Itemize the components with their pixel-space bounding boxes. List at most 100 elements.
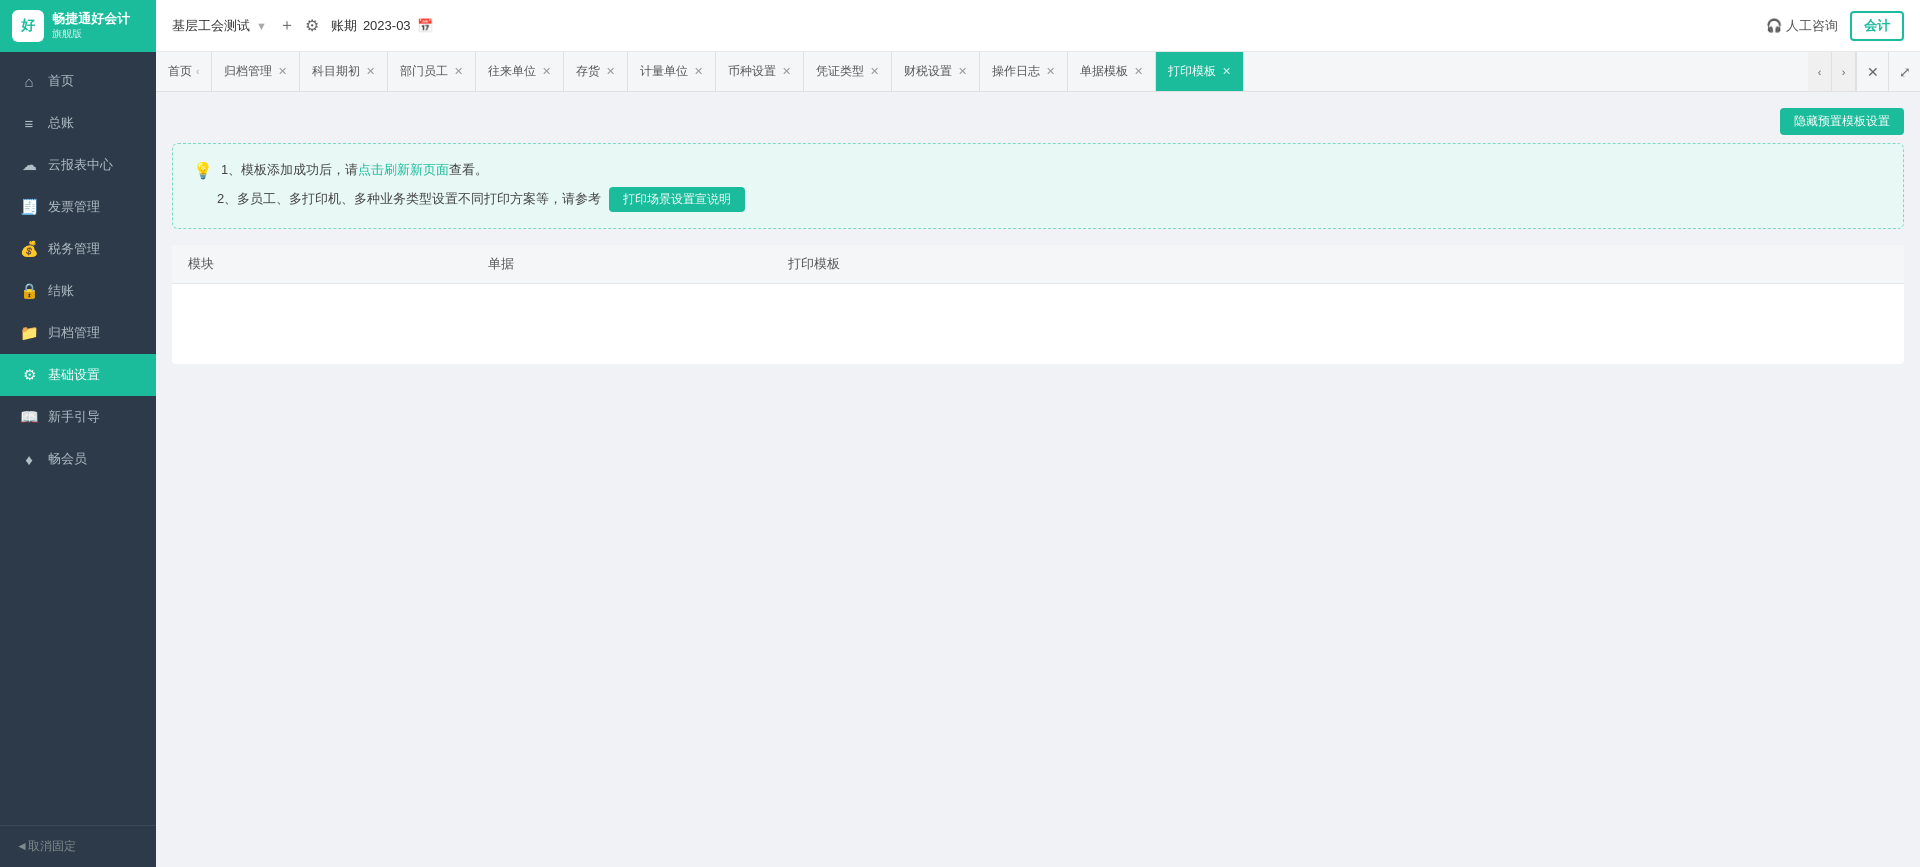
tab-expand-button[interactable]: ⤢ <box>1888 52 1920 91</box>
tab-tax-settings[interactable]: 财税设置 ✕ <box>892 52 980 91</box>
col-print-template: 打印模板 <box>772 245 1904 283</box>
sidebar-item-home[interactable]: ⌂ 首页 <box>0 60 156 102</box>
tab-department[interactable]: 部门员工 ✕ <box>388 52 476 91</box>
bulb-icon: 💡 <box>193 161 213 180</box>
tab-department-close[interactable]: ✕ <box>454 65 463 78</box>
sidebar-item-label: 首页 <box>48 72 74 90</box>
tabbar: 首页 ‹ 归档管理 ✕ 科目期初 ✕ 部门员工 ✕ 往来单位 ✕ 存货 ✕ 计量… <box>156 52 1920 92</box>
hide-template-btn-container: 隐藏预置模板设置 <box>172 108 1904 135</box>
tab-single-template[interactable]: 单据模板 ✕ <box>1068 52 1156 91</box>
sidebar-item-guide[interactable]: 📖 新手引导 <box>0 396 156 438</box>
sidebar-item-tax[interactable]: 💰 税务管理 <box>0 228 156 270</box>
account-label: 会计 <box>1864 18 1890 33</box>
tab-single-template-close[interactable]: ✕ <box>1134 65 1143 78</box>
tab-inventory-close[interactable]: ✕ <box>606 65 615 78</box>
tab-unit-close[interactable]: ✕ <box>694 65 703 78</box>
headset-icon: 🎧 <box>1766 18 1782 33</box>
tab-unit[interactable]: 计量单位 ✕ <box>628 52 716 91</box>
settings-icon: ⚙ <box>20 366 38 384</box>
sidebar-item-vip[interactable]: ♦ 畅会员 <box>0 438 156 480</box>
sidebar-nav: ⌂ 首页 ≡ 总账 ☁ 云报表中心 🧾 发票管理 💰 税务管理 🔒 结账 📁 归… <box>0 52 156 825</box>
tab-subject-close[interactable]: ✕ <box>366 65 375 78</box>
vip-icon: ♦ <box>20 451 38 468</box>
settings-gear-icon[interactable]: ⚙ <box>305 16 319 35</box>
print-scene-button[interactable]: 打印场景设置宣说明 <box>609 187 745 212</box>
tab-currency[interactable]: 币种设置 ✕ <box>716 52 804 91</box>
tab-currency-label: 币种设置 <box>728 63 776 80</box>
calendar-icon[interactable]: 📅 <box>417 18 433 33</box>
tab-subject-label: 科目期初 <box>312 63 360 80</box>
notice-text-2: 2、多员工、多打印机、多种业务类型设置不同打印方案等，请参考 <box>217 189 601 210</box>
col-document: 单据 <box>472 245 772 283</box>
table-body <box>172 284 1904 364</box>
topbar-actions: ＋ ⚙ <box>279 15 319 36</box>
sidebar-item-label: 归档管理 <box>48 324 100 342</box>
topbar-right: 🎧 人工咨询 会计 <box>1766 11 1904 41</box>
tab-print-template-label: 打印模板 <box>1168 63 1216 80</box>
notice-row-2: 2、多员工、多打印机、多种业务类型设置不同打印方案等，请参考 打印场景设置宣说明 <box>193 187 1883 212</box>
logo-sub: 旗舰版 <box>52 27 130 41</box>
period-display: 账期 2023-03 📅 <box>331 17 433 35</box>
tab-operation-log[interactable]: 操作日志 ✕ <box>980 52 1068 91</box>
sidebar-item-label: 云报表中心 <box>48 156 113 174</box>
tab-counterpart-label: 往来单位 <box>488 63 536 80</box>
tab-home[interactable]: 首页 ‹ <box>156 52 212 91</box>
sidebar-item-invoice[interactable]: 🧾 发票管理 <box>0 186 156 228</box>
sidebar-item-label: 畅会员 <box>48 450 87 468</box>
sidebar-item-label: 结账 <box>48 282 74 300</box>
company-name: 基层工会测试 <box>172 17 250 35</box>
tab-extra-controls: ‹ › ✕ ⤢ <box>1808 52 1920 91</box>
sidebar-item-ledger[interactable]: ≡ 总账 <box>0 102 156 144</box>
tab-tax-settings-label: 财税设置 <box>904 63 952 80</box>
sidebar: 好 畅捷通好会计 旗舰版 ⌂ 首页 ≡ 总账 ☁ 云报表中心 🧾 发票管理 💰 … <box>0 0 156 867</box>
sidebar-item-settings[interactable]: ⚙ 基础设置 <box>0 354 156 396</box>
refresh-link[interactable]: 点击刷新新页面 <box>358 162 449 177</box>
tab-inventory[interactable]: 存货 ✕ <box>564 52 628 91</box>
notice-box: 💡 1、模板添加成功后，请点击刷新新页面查看。 2、多员工、多打印机、多种业务类… <box>172 143 1904 229</box>
tab-archive-label: 归档管理 <box>224 63 272 80</box>
topbar: 基层工会测试 ▼ ＋ ⚙ 账期 2023-03 📅 🎧 人工咨询 会计 <box>156 0 1920 52</box>
period-label: 账期 <box>331 17 357 35</box>
notice-row-1: 💡 1、模板添加成功后，请点击刷新新页面查看。 <box>193 160 1883 181</box>
tab-counterpart-close[interactable]: ✕ <box>542 65 551 78</box>
tab-department-label: 部门员工 <box>400 63 448 80</box>
tab-voucher-type[interactable]: 凭证类型 ✕ <box>804 52 892 91</box>
tab-operation-log-close[interactable]: ✕ <box>1046 65 1055 78</box>
tab-print-template[interactable]: 打印模板 ✕ <box>1156 52 1244 91</box>
tab-archive[interactable]: 归档管理 ✕ <box>212 52 300 91</box>
tab-voucher-type-close[interactable]: ✕ <box>870 65 879 78</box>
close-ledger-icon: 🔒 <box>20 282 38 300</box>
tab-archive-close[interactable]: ✕ <box>278 65 287 78</box>
hide-preset-template-button[interactable]: 隐藏预置模板设置 <box>1780 108 1904 135</box>
logo-text: 畅捷通好会计 <box>52 11 130 28</box>
sidebar-item-close[interactable]: 🔒 结账 <box>0 270 156 312</box>
tab-home-chevron: ‹ <box>196 66 199 77</box>
tab-currency-close[interactable]: ✕ <box>782 65 791 78</box>
notice-text-1: 1、模板添加成功后，请点击刷新新页面查看。 <box>221 160 488 181</box>
tab-next-button[interactable]: › <box>1832 52 1856 91</box>
tab-operation-log-label: 操作日志 <box>992 63 1040 80</box>
tab-print-template-close[interactable]: ✕ <box>1222 65 1231 78</box>
tab-unit-label: 计量单位 <box>640 63 688 80</box>
archive-icon: 📁 <box>20 324 38 342</box>
tab-prev-button[interactable]: ‹ <box>1808 52 1832 91</box>
sidebar-item-archive[interactable]: 📁 归档管理 <box>0 312 156 354</box>
tab-subject[interactable]: 科目期初 ✕ <box>300 52 388 91</box>
guide-icon: 📖 <box>20 408 38 426</box>
tab-tax-settings-close[interactable]: ✕ <box>958 65 967 78</box>
sidebar-item-report[interactable]: ☁ 云报表中心 <box>0 144 156 186</box>
invoice-icon: 🧾 <box>20 198 38 216</box>
service-label: 人工咨询 <box>1786 17 1838 35</box>
tab-single-template-label: 单据模板 <box>1080 63 1128 80</box>
sidebar-unpin-button[interactable]: ◄取消固定 <box>0 825 156 867</box>
account-button[interactable]: 会计 <box>1850 11 1904 41</box>
sidebar-item-label: 税务管理 <box>48 240 100 258</box>
dropdown-arrow-icon: ▼ <box>256 20 267 32</box>
tax-icon: 💰 <box>20 240 38 258</box>
tab-inventory-label: 存货 <box>576 63 600 80</box>
tab-counterpart[interactable]: 往来单位 ✕ <box>476 52 564 91</box>
service-button[interactable]: 🎧 人工咨询 <box>1766 17 1838 35</box>
add-icon[interactable]: ＋ <box>279 15 295 36</box>
company-selector[interactable]: 基层工会测试 ▼ <box>172 17 267 35</box>
tab-close-all-button[interactable]: ✕ <box>1856 52 1888 91</box>
